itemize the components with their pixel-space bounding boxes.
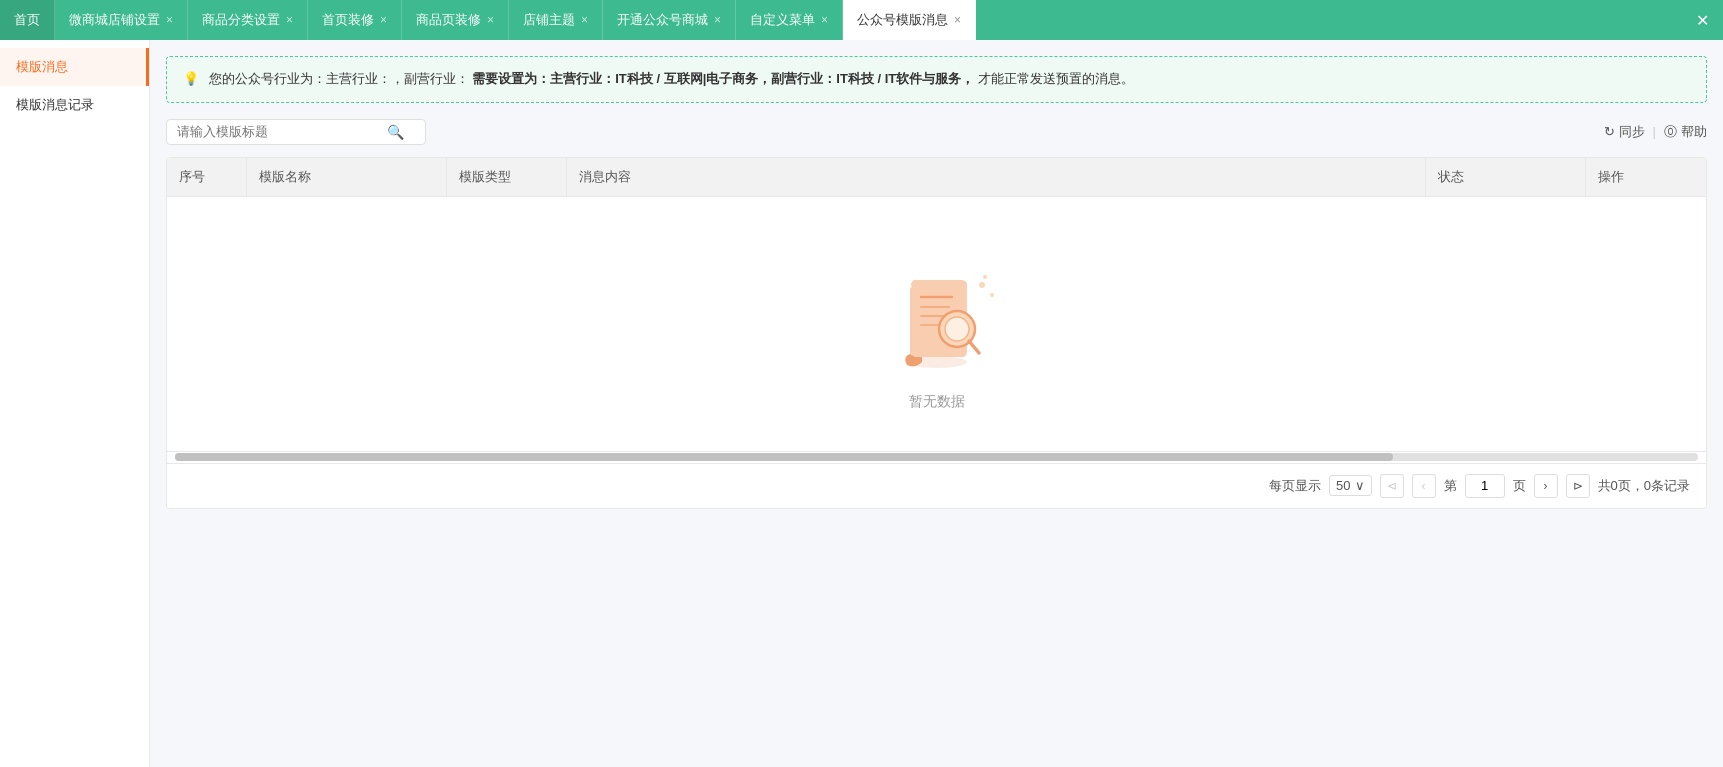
page-size-chevron: ∨ (1355, 478, 1365, 493)
nav-tab-open-mall[interactable]: 开通公众号商城 × (603, 0, 736, 40)
page-next-button[interactable]: › (1534, 474, 1558, 498)
empty-illustration (877, 257, 997, 377)
light-icon: 💡 (183, 71, 199, 86)
nav-tab-template-msg[interactable]: 公众号模版消息 × (843, 0, 976, 40)
data-table: 序号 模版名称 模版类型 消息内容 状态 操作 (166, 157, 1707, 509)
nav-tab-open-mall-label: 开通公众号商城 (617, 11, 708, 29)
top-nav: 首页 微商城店铺设置 × 商品分类设置 × 首页装修 × 商品页装修 × 店铺主… (0, 0, 1723, 40)
main-layout: 模版消息 模版消息记录 💡 您的公众号行业为：主营行业：，副营行业： 需要设置为… (0, 40, 1723, 767)
sidebar-item-template-msg-records[interactable]: 模版消息记录 (0, 86, 149, 124)
empty-text: 暂无数据 (909, 393, 965, 411)
col-header-type: 模版类型 (447, 158, 567, 196)
sync-icon: ↻ (1604, 124, 1615, 139)
close-theme[interactable]: × (581, 13, 588, 27)
col-header-status: 状态 (1426, 158, 1586, 196)
sidebar: 模版消息 模版消息记录 (0, 40, 150, 767)
page-size-value: 50 (1336, 478, 1350, 493)
sync-button[interactable]: ↻ 同步 (1604, 123, 1645, 141)
nav-tab-home[interactable]: 首页 (0, 0, 55, 40)
nav-tab-home-decor-label: 首页装修 (322, 11, 374, 29)
scrollbar-track (175, 453, 1698, 461)
toolbar-divider: | (1653, 124, 1656, 139)
sync-label: 同步 (1619, 123, 1645, 141)
search-input-wrap[interactable]: 🔍 (166, 119, 426, 145)
close-store-settings[interactable]: × (166, 13, 173, 27)
page-size-select[interactable]: 50 ∨ (1329, 475, 1371, 496)
svg-point-8 (979, 282, 985, 288)
help-label: 帮助 (1681, 123, 1707, 141)
page-first-button[interactable]: ⊲ (1380, 474, 1404, 498)
empty-state: 暂无数据 (167, 197, 1706, 451)
nav-tab-product-decor-label: 商品页装修 (416, 11, 481, 29)
nav-tab-theme[interactable]: 店铺主题 × (509, 0, 603, 40)
close-home-decor[interactable]: × (380, 13, 387, 27)
sidebar-item-template-msg-label: 模版消息 (16, 59, 68, 74)
notice-banner: 💡 您的公众号行业为：主营行业：，副营行业： 需要设置为：主营行业：IT科技 /… (166, 56, 1707, 103)
search-icon[interactable]: 🔍 (387, 124, 404, 140)
close-product-decor[interactable]: × (487, 13, 494, 27)
page-size-label: 每页显示 (1269, 477, 1321, 495)
scrollbar-thumb[interactable] (175, 453, 1393, 461)
nav-tab-store-settings-label: 微商城店铺设置 (69, 11, 160, 29)
close-category[interactable]: × (286, 13, 293, 27)
close-open-mall[interactable]: × (714, 13, 721, 27)
horizontal-scrollbar[interactable] (167, 451, 1706, 463)
page-prev-button[interactable]: ‹ (1412, 474, 1436, 498)
notice-highlight: 需要设置为：主营行业：IT科技 / 互联网|电子商务，副营行业：IT科技 / I… (472, 71, 974, 86)
nav-tab-home-decor[interactable]: 首页装修 × (308, 0, 402, 40)
notice-prefix: 您的公众号行业为：主营行业：，副营行业： (209, 71, 469, 86)
page-last-button[interactable]: ⊳ (1566, 474, 1590, 498)
page-unit: 页 (1513, 477, 1526, 495)
nav-tab-custom-menu[interactable]: 自定义菜单 × (736, 0, 843, 40)
col-header-action: 操作 (1586, 158, 1706, 196)
nav-tab-category[interactable]: 商品分类设置 × (188, 0, 308, 40)
search-input[interactable] (177, 124, 387, 139)
toolbar-right: ↻ 同步 | ⓪ 帮助 (1604, 123, 1707, 141)
sidebar-item-template-msg[interactable]: 模版消息 (0, 48, 149, 86)
close-all-tabs[interactable]: ✕ (1682, 11, 1723, 30)
help-button[interactable]: ⓪ 帮助 (1664, 123, 1707, 141)
col-header-content: 消息内容 (567, 158, 1426, 196)
svg-point-9 (990, 293, 994, 297)
nav-tab-product-decor[interactable]: 商品页装修 × (402, 0, 509, 40)
col-header-name: 模版名称 (247, 158, 447, 196)
svg-point-10 (983, 275, 987, 279)
nav-tab-store-settings[interactable]: 微商城店铺设置 × (55, 0, 188, 40)
search-bar: 🔍 ↻ 同步 | ⓪ 帮助 (166, 119, 1707, 145)
nav-tab-theme-label: 店铺主题 (523, 11, 575, 29)
content-area: 💡 您的公众号行业为：主营行业：，副营行业： 需要设置为：主营行业：IT科技 /… (150, 40, 1723, 767)
nav-tab-home-label: 首页 (14, 11, 40, 29)
help-icon: ⓪ (1664, 123, 1677, 141)
pagination: 每页显示 50 ∨ ⊲ ‹ 第 页 › ⊳ 共0页，0条记录 (167, 463, 1706, 508)
page-number-input[interactable] (1465, 474, 1505, 498)
notice-suffix: 才能正常发送预置的消息。 (978, 71, 1134, 86)
col-header-index: 序号 (167, 158, 247, 196)
close-custom-menu[interactable]: × (821, 13, 828, 27)
svg-point-6 (945, 317, 969, 341)
nav-tab-custom-menu-label: 自定义菜单 (750, 11, 815, 29)
total-info: 共0页，0条记录 (1598, 477, 1690, 495)
page-label: 第 (1444, 477, 1457, 495)
table-header: 序号 模版名称 模版类型 消息内容 状态 操作 (167, 158, 1706, 197)
svg-line-7 (969, 341, 979, 353)
close-template-msg[interactable]: × (954, 13, 961, 27)
sidebar-item-template-msg-records-label: 模版消息记录 (16, 97, 94, 112)
nav-tab-template-msg-label: 公众号模版消息 (857, 11, 948, 29)
nav-tab-category-label: 商品分类设置 (202, 11, 280, 29)
